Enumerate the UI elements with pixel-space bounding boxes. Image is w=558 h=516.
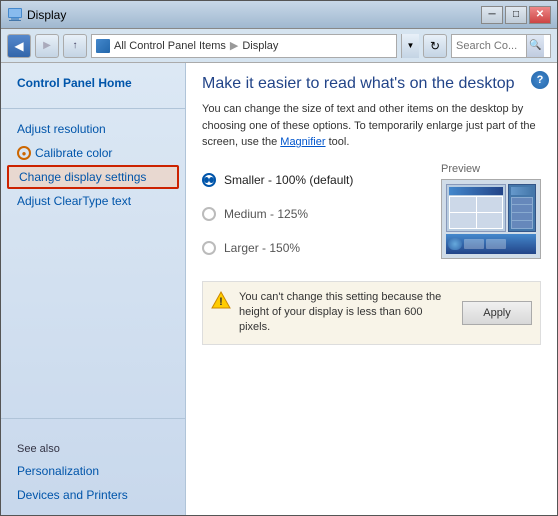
forward-button[interactable]: ▶	[35, 34, 59, 58]
preview-sidebar-window	[508, 184, 536, 232]
option-medium-label: Medium - 125%	[224, 207, 308, 221]
preview-sb-item-2	[512, 205, 532, 212]
option-larger[interactable]: Larger - 150%	[202, 231, 421, 265]
back-button[interactable]: ◀	[7, 34, 31, 58]
refresh-button[interactable]: ↻	[423, 34, 447, 58]
search-input[interactable]	[456, 40, 526, 52]
address-bar: ◀ ▶ ↑ All Control Panel Items ▶ Display …	[1, 29, 557, 63]
options-column: Smaller - 100% (default) Medium - 125% L…	[202, 163, 421, 265]
search-box[interactable]: 🔍	[451, 34, 551, 58]
sidebar-item-adjust-resolution[interactable]: Adjust resolution	[1, 117, 185, 141]
radio-medium[interactable]	[202, 207, 216, 221]
preview-box	[441, 179, 541, 259]
content-area: Control Panel Home Adjust resolution ● C…	[1, 63, 557, 515]
warning-area: ! You can't change this setting because …	[202, 281, 541, 345]
preview-win-titlebar	[449, 187, 503, 195]
apply-button[interactable]: Apply	[462, 301, 532, 325]
preview-cell-3	[450, 213, 476, 228]
option-smaller-label: Smaller - 100% (default)	[224, 173, 353, 187]
sidebar-spacer	[1, 213, 185, 410]
radio-smaller[interactable]	[202, 173, 216, 187]
preview-sidebar-body	[511, 197, 533, 229]
option-medium[interactable]: Medium - 125%	[202, 197, 421, 231]
path-separator: ▶	[230, 39, 238, 52]
address-dropdown-arrow[interactable]: ▼	[401, 34, 419, 58]
preview-taskbar-item-1	[464, 239, 484, 249]
see-also-label: See also	[1, 427, 185, 459]
sidebar-item-devices-printers[interactable]: Devices and Printers	[1, 483, 185, 507]
preview-cell-1	[450, 197, 476, 212]
preview-win-body	[449, 196, 503, 229]
close-button[interactable]: ✕	[529, 6, 551, 24]
radio-larger[interactable]	[202, 241, 216, 255]
title-bar-title: Display	[27, 8, 66, 22]
sidebar-item-home[interactable]: Control Panel Home	[1, 71, 185, 100]
sidebar-divider-1	[1, 108, 185, 109]
sidebar-item-calibrate-color[interactable]: ● Calibrate color	[1, 141, 185, 165]
minimize-button[interactable]: ─	[481, 6, 503, 24]
preview-sb-item-4	[512, 221, 532, 228]
svg-text:!: !	[219, 296, 223, 308]
window-icon	[7, 7, 23, 23]
preview-sb-item-1	[512, 198, 532, 205]
restore-button[interactable]: □	[505, 6, 527, 24]
address-path-part2: Display	[242, 40, 278, 52]
option-larger-label: Larger - 150%	[224, 241, 300, 255]
address-path-part1: All Control Panel Items	[114, 40, 226, 52]
preview-cell-2	[477, 197, 503, 212]
address-field[interactable]: All Control Panel Items ▶ Display	[91, 34, 397, 58]
preview-taskbar-item-2	[486, 239, 506, 249]
sidebar-item-adjust-cleartype[interactable]: Adjust ClearType text	[1, 189, 185, 213]
magnifier-link[interactable]: Magnifier	[280, 136, 325, 148]
control-panel-icon	[96, 39, 110, 53]
sidebar-item-personalization[interactable]: Personalization	[1, 459, 185, 483]
preview-taskbar	[446, 234, 536, 254]
options-row: Smaller - 100% (default) Medium - 125% L…	[202, 163, 541, 265]
preview-label: Preview	[441, 163, 541, 175]
main-title: Make it easier to read what's on the des…	[202, 75, 541, 93]
preview-cell-4	[477, 213, 503, 228]
search-icon[interactable]: 🔍	[526, 35, 544, 57]
sidebar: Control Panel Home Adjust resolution ● C…	[1, 63, 186, 515]
window: Display ─ □ ✕ ◀ ▶ ↑ All Control Panel It…	[0, 0, 558, 516]
sidebar-divider-2	[1, 418, 185, 419]
main-description: You can change the size of text and othe…	[202, 101, 541, 151]
preview-sb-item-3	[512, 213, 532, 220]
title-bar-controls: ─ □ ✕	[481, 6, 551, 24]
warning-icon: !	[211, 290, 231, 310]
option-smaller[interactable]: Smaller - 100% (default)	[202, 163, 421, 197]
preview-sidebar-titlebar	[511, 187, 533, 195]
calibrate-icon: ●	[17, 146, 31, 160]
preview-start-button	[448, 238, 462, 250]
warning-text: You can't change this setting because th…	[239, 290, 454, 336]
title-bar-left: Display	[7, 7, 66, 23]
preview-inner	[442, 180, 540, 258]
up-button[interactable]: ↑	[63, 34, 87, 58]
main-panel: ? Make it easier to read what's on the d…	[186, 63, 557, 515]
preview-section: Preview	[441, 163, 541, 259]
preview-main-window	[446, 184, 506, 232]
sidebar-item-change-display-settings[interactable]: Change display settings	[7, 165, 179, 189]
help-icon[interactable]: ?	[531, 71, 549, 89]
title-bar: Display ─ □ ✕	[1, 1, 557, 29]
